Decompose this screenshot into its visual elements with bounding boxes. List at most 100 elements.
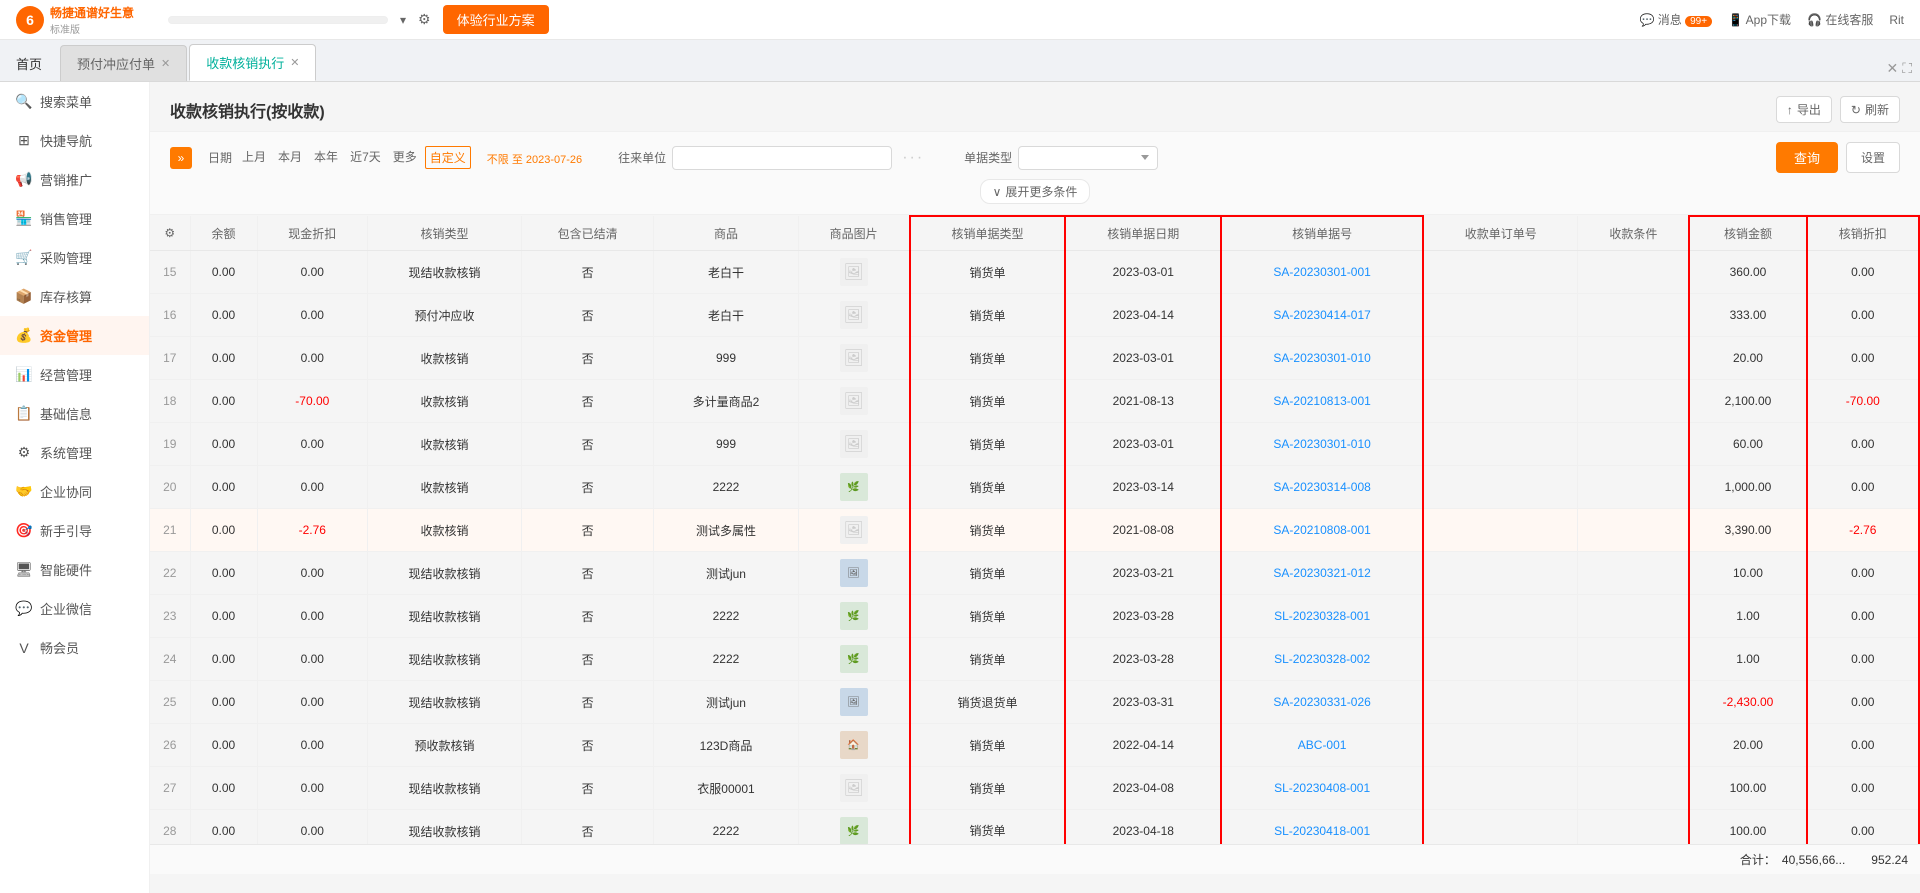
cell-verify-doc-date: 2023-03-21: [1065, 552, 1221, 595]
sidebar-item-6[interactable]: 💰资金管理: [0, 316, 149, 355]
doc-type-select[interactable]: [1018, 146, 1158, 170]
user-name[interactable]: Rit: [1889, 13, 1904, 27]
footer-total: 合计： 40,556,66...: [1740, 851, 1845, 868]
logo-area: 6 畅捷通谱好生意 标准版: [16, 4, 156, 36]
verify-doc-link[interactable]: SA-20210813-001: [1273, 394, 1370, 408]
sidebar-item-12[interactable]: 🖥智能硬件: [0, 550, 149, 589]
refresh-button[interactable]: ↻ 刷新: [1840, 96, 1900, 123]
verify-doc-link[interactable]: SA-20210808-001: [1273, 523, 1370, 537]
col-receipt-terms: 收款条件: [1578, 216, 1689, 251]
col-cash-discount: 现金折扣: [257, 216, 368, 251]
cell-verify-doc-date: 2023-03-14: [1065, 466, 1221, 509]
cell-id: 25: [150, 681, 190, 724]
verify-doc-link[interactable]: SA-20230301-010: [1273, 437, 1370, 451]
cell-id: 19: [150, 423, 190, 466]
cell-balance: 0.00: [190, 810, 257, 845]
sidebar-icon-8: 📋: [16, 406, 32, 422]
sidebar-item-9[interactable]: ⚙系统管理: [0, 433, 149, 472]
settings-button[interactable]: 设置: [1846, 142, 1900, 173]
sidebar-item-3[interactable]: 🏪销售管理: [0, 199, 149, 238]
cell-verify-type: 预付冲应收: [368, 294, 522, 337]
cell-receipt-order-no: [1423, 638, 1578, 681]
dropdown-arrow[interactable]: ▾: [400, 13, 406, 27]
cell-receipt-order-no: [1423, 552, 1578, 595]
tab-verify[interactable]: 收款核销执行 ✕: [189, 44, 316, 81]
settings-gear-icon[interactable]: ⚙: [418, 11, 431, 28]
sidebar-item-5[interactable]: 📦库存核算: [0, 277, 149, 316]
sidebar-item-4[interactable]: 🛒采购管理: [0, 238, 149, 277]
close-icon[interactable]: ✕: [1886, 60, 1898, 77]
gear-header-icon[interactable]: ⚙: [164, 226, 175, 240]
online-service[interactable]: 🎧 在线客服: [1807, 11, 1873, 28]
date-this-month[interactable]: 本月: [274, 146, 306, 169]
verify-doc-link[interactable]: SA-20230414-017: [1273, 308, 1370, 322]
sidebar-item-14[interactable]: V畅会员: [0, 628, 149, 667]
cell-verify-amount: 10.00: [1689, 552, 1806, 595]
cell-product: 老白干: [654, 294, 798, 337]
date-7-days[interactable]: 近7天: [346, 146, 385, 169]
verify-doc-link[interactable]: SL-20230328-002: [1274, 652, 1370, 666]
app-download[interactable]: 📱 App下载: [1728, 11, 1791, 28]
cell-id: 16: [150, 294, 190, 337]
sidebar-item-10[interactable]: 🤝企业协同: [0, 472, 149, 511]
cell-included-settled: 否: [522, 509, 654, 552]
cell-balance: 0.00: [190, 294, 257, 337]
tab1-close-icon[interactable]: ✕: [161, 57, 170, 70]
cell-verify-doc-no: SA-20210808-001: [1221, 509, 1423, 552]
verify-doc-link[interactable]: SL-20230418-001: [1274, 824, 1370, 838]
cell-verify-doc-date: 2023-04-08: [1065, 767, 1221, 810]
sidebar-item-8[interactable]: 📋基础信息: [0, 394, 149, 433]
tab-home[interactable]: 首页: [0, 46, 58, 81]
verify-doc-link[interactable]: SA-20230331-026: [1273, 695, 1370, 709]
verify-doc-link[interactable]: SL-20230408-001: [1274, 781, 1370, 795]
table-row: 16 0.00 0.00 预付冲应收 否 老白干 🖼 销货单 2023-04-1…: [150, 294, 1919, 337]
sidebar-item-13[interactable]: 💬企业微信: [0, 589, 149, 628]
tab-prepay[interactable]: 预付冲应付单 ✕: [60, 45, 187, 81]
cell-verify-doc-type: 销货单: [910, 380, 1066, 423]
from-unit-input[interactable]: [672, 146, 892, 170]
verify-doc-link[interactable]: SA-20230301-010: [1273, 351, 1370, 365]
sidebar-item-1[interactable]: ⊞快捷导航: [0, 121, 149, 160]
cell-cash-discount: -70.00: [257, 380, 368, 423]
product-thumb-blue: 🖼: [840, 559, 868, 587]
col-receipt-order-no: 收款单订单号: [1423, 216, 1578, 251]
cell-verify-doc-no: SA-20230301-010: [1221, 423, 1423, 466]
message-area[interactable]: 💬 消息 99+: [1639, 11, 1712, 28]
verify-doc-link[interactable]: SA-20230321-012: [1273, 566, 1370, 580]
expand-more-button[interactable]: ∨ 展开更多条件: [170, 179, 1900, 204]
query-button[interactable]: 查询: [1776, 142, 1838, 173]
cell-verify-doc-type: 销货单: [910, 466, 1066, 509]
col-verify-amount: 核销金额: [1689, 216, 1806, 251]
cell-verify-doc-no: SL-20230408-001: [1221, 767, 1423, 810]
tab2-close-icon[interactable]: ✕: [290, 56, 299, 69]
sidebar-label-7: 经营管理: [40, 365, 92, 384]
product-thumb-placeholder: 🖼: [840, 301, 868, 329]
sidebar-item-11[interactable]: 🎯新手引导: [0, 511, 149, 550]
industry-solution-button[interactable]: 体验行业方案: [443, 5, 549, 34]
date-custom[interactable]: 自定义: [425, 146, 471, 169]
table-row: 26 0.00 0.00 预收款核销 否 123D商品 🏠 销货单 2022-0…: [150, 724, 1919, 767]
cell-verify-amount: 1,000.00: [1689, 466, 1806, 509]
sidebar-item-2[interactable]: 📢营销推广: [0, 160, 149, 199]
cell-receipt-terms: [1578, 595, 1689, 638]
sidebar-item-0[interactable]: 🔍搜索菜单: [0, 82, 149, 121]
date-more[interactable]: 更多: [389, 146, 421, 169]
verify-doc-link[interactable]: SA-20230314-008: [1273, 480, 1370, 494]
maximize-icon[interactable]: ⛶: [1902, 60, 1912, 77]
footer-total-label: 合计：: [1740, 851, 1776, 868]
verify-doc-link[interactable]: SA-20230301-001: [1273, 265, 1370, 279]
export-button[interactable]: ↑ 导出: [1776, 96, 1832, 123]
cell-verify-doc-type: 销货单: [910, 638, 1066, 681]
date-last-month[interactable]: 上月: [238, 146, 270, 169]
sidebar-item-7[interactable]: 📊经营管理: [0, 355, 149, 394]
cell-product-img: 🖼: [798, 552, 909, 595]
verify-doc-link[interactable]: SL-20230328-001: [1274, 609, 1370, 623]
filter-toggle-button[interactable]: »: [170, 147, 192, 169]
verify-doc-link[interactable]: ABC-001: [1298, 738, 1347, 752]
date-this-year[interactable]: 本年: [310, 146, 342, 169]
cell-verify-type: 收款核销: [368, 380, 522, 423]
doc-type-group: 单据类型: [964, 146, 1158, 170]
col-gear[interactable]: ⚙: [150, 216, 190, 251]
cell-id: 18: [150, 380, 190, 423]
cell-product: 123D商品: [654, 724, 798, 767]
